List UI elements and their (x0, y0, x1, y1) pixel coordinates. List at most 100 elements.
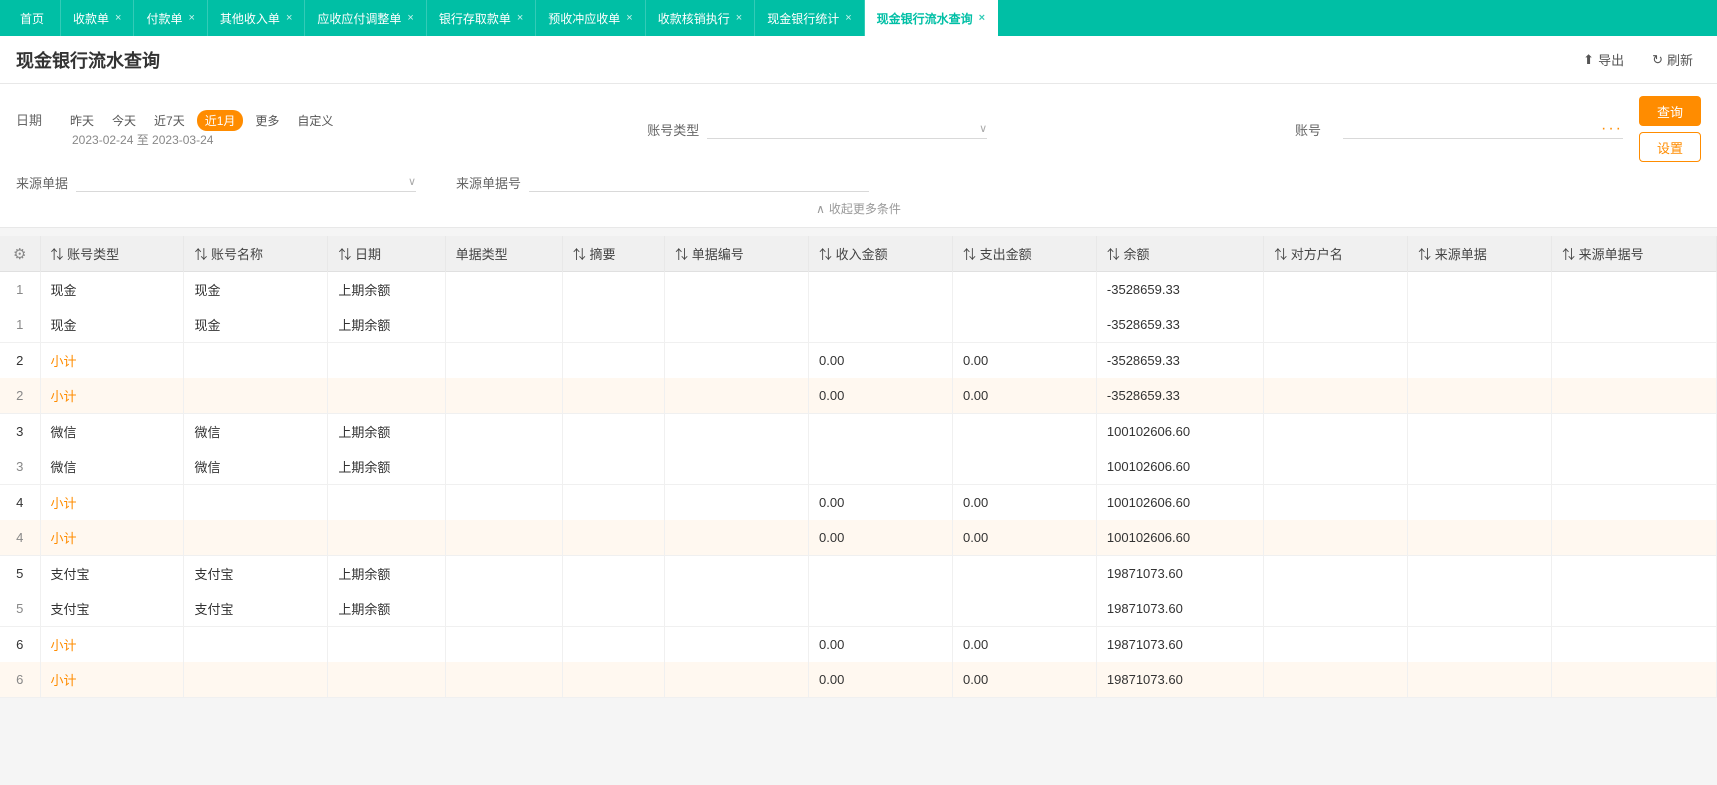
close-icon-8[interactable]: × (979, 12, 985, 24)
col-source-doc[interactable]: ⇅ 来源单据 (1408, 236, 1552, 272)
row-counterpart (1264, 414, 1408, 450)
nav-home[interactable]: 首页 (4, 0, 61, 36)
settings-col-header[interactable]: ⚙ (0, 236, 40, 272)
date-opt-more[interactable]: 更多 (249, 110, 285, 131)
account-type-label: 账号类型 (647, 120, 699, 139)
col-summary[interactable]: ⇅ 摘要 (562, 236, 664, 272)
export-button[interactable]: ⬆ 导出 (1575, 46, 1632, 73)
date-opt-today[interactable]: 今天 (106, 110, 142, 131)
date-opt-yesterday[interactable]: 昨天 (64, 110, 100, 131)
row-counterpart (1264, 449, 1408, 485)
row-account-type: 微信 (40, 414, 184, 450)
row-source-doc (1408, 485, 1552, 521)
nav-tab-1[interactable]: 付款单 × (134, 0, 207, 36)
col-account-name[interactable]: ⇅ 账号名称 (184, 236, 328, 272)
date-opt-custom[interactable]: 自定义 (291, 110, 339, 131)
nav-tab-3[interactable]: 应收应付调整单 × (305, 0, 426, 36)
row-account-name (184, 520, 328, 556)
col-balance[interactable]: ⇅ 余额 (1096, 236, 1263, 272)
date-range: 2023-02-24 至 2023-03-24 (72, 131, 339, 148)
row-source-doc-no (1552, 272, 1717, 308)
row-source-doc-no (1552, 485, 1717, 521)
date-opt-7days[interactable]: 近7天 (148, 110, 191, 131)
col-counterpart[interactable]: ⇅ 对方户名 (1264, 236, 1408, 272)
row-expense (952, 414, 1096, 450)
nav-tab-7[interactable]: 现金银行统计 × (755, 0, 864, 36)
table-row: 1现金现金上期余额-3528659.33 (0, 307, 1717, 343)
collapse-bar[interactable]: ∧ 收起更多条件 (16, 196, 1701, 219)
col-counterpart-label: ⇅ 对方户名 (1274, 247, 1343, 262)
row-summary (562, 520, 664, 556)
nav-tab-4[interactable]: 银行存取款单 × (427, 0, 536, 36)
close-icon-1[interactable]: × (188, 12, 194, 24)
row-summary (562, 662, 664, 698)
nav-tab-0[interactable]: 收款单 × (61, 0, 134, 36)
row-balance: 19871073.60 (1096, 556, 1263, 592)
close-icon-5[interactable]: × (626, 12, 632, 24)
col-account-type-label: ⇅ 账号类型 (51, 247, 120, 262)
row-account-type: 小计 (40, 343, 184, 379)
refresh-button[interactable]: ↻ 刷新 (1644, 46, 1701, 73)
col-date[interactable]: ⇅ 日期 (328, 236, 445, 272)
close-icon-6[interactable]: × (736, 12, 742, 24)
source-doc-no-input[interactable] (529, 172, 869, 191)
col-expense[interactable]: ⇅ 支出金额 (952, 236, 1096, 272)
row-income (809, 307, 953, 343)
row-source-doc (1408, 556, 1552, 592)
row-doc-no (665, 556, 809, 592)
tab-label-5: 预收冲应收单 (548, 10, 620, 27)
nav-tab-6[interactable]: 收款核销执行 × (646, 0, 755, 36)
row-date: 上期余额 (328, 272, 445, 308)
source-doc-no-label: 来源单据号 (456, 173, 521, 192)
row-doc-type (445, 556, 562, 592)
col-account-type[interactable]: ⇅ 账号类型 (40, 236, 184, 272)
export-label: 导出 (1598, 50, 1624, 69)
source-doc-input[interactable] (76, 172, 408, 191)
tab-label-2: 其他收入单 (220, 10, 280, 27)
close-icon-4[interactable]: × (517, 12, 523, 24)
query-button[interactable]: 查询 (1639, 96, 1701, 126)
nav-tab-5[interactable]: 预收冲应收单 × (536, 0, 645, 36)
account-dots-button[interactable]: ··· (1601, 120, 1623, 138)
col-doc-no[interactable]: ⇅ 单据编号 (665, 236, 809, 272)
account-input[interactable] (1343, 119, 1597, 138)
close-icon-2[interactable]: × (286, 12, 292, 24)
row-account-type: 现金 (40, 272, 184, 308)
col-income[interactable]: ⇅ 收入金额 (809, 236, 953, 272)
row-balance: 100102606.60 (1096, 485, 1263, 521)
close-icon-3[interactable]: × (407, 12, 413, 24)
row-doc-no (665, 272, 809, 308)
row-summary (562, 485, 664, 521)
close-icon-7[interactable]: × (845, 12, 851, 24)
row-index: 2 (0, 378, 40, 414)
row-source-doc-no (1552, 520, 1717, 556)
row-doc-no (665, 449, 809, 485)
source-doc-label: 来源单据 (16, 173, 68, 192)
col-source-doc-no[interactable]: ⇅ 来源单据号 (1552, 236, 1717, 272)
nav-tab-8[interactable]: 现金银行流水查询 × (865, 0, 998, 36)
row-counterpart (1264, 556, 1408, 592)
row-source-doc (1408, 272, 1552, 308)
row-income (809, 449, 953, 485)
row-account-type: 小计 (40, 627, 184, 663)
settings-button[interactable]: 设置 (1639, 132, 1701, 162)
nav-tab-2[interactable]: 其他收入单 × (208, 0, 305, 36)
row-account-type: 微信 (40, 449, 184, 485)
row-source-doc (1408, 343, 1552, 379)
row-doc-no (665, 520, 809, 556)
col-doc-type[interactable]: 单据类型 (445, 236, 562, 272)
row-index: 3 (0, 414, 40, 450)
row-index: 5 (0, 556, 40, 592)
row-counterpart (1264, 485, 1408, 521)
row-doc-type (445, 662, 562, 698)
row-doc-no (665, 485, 809, 521)
close-icon-0[interactable]: × (115, 12, 121, 24)
row-income (809, 272, 953, 308)
row-balance: 19871073.60 (1096, 591, 1263, 627)
account-type-select[interactable]: 现金 微信 支付宝 (707, 119, 979, 138)
page-title: 现金银行流水查询 (16, 47, 160, 73)
date-opt-1month[interactable]: 近1月 (197, 110, 244, 131)
row-counterpart (1264, 591, 1408, 627)
col-source-doc-label: ⇅ 来源单据 (1418, 247, 1487, 262)
row-index: 6 (0, 627, 40, 663)
